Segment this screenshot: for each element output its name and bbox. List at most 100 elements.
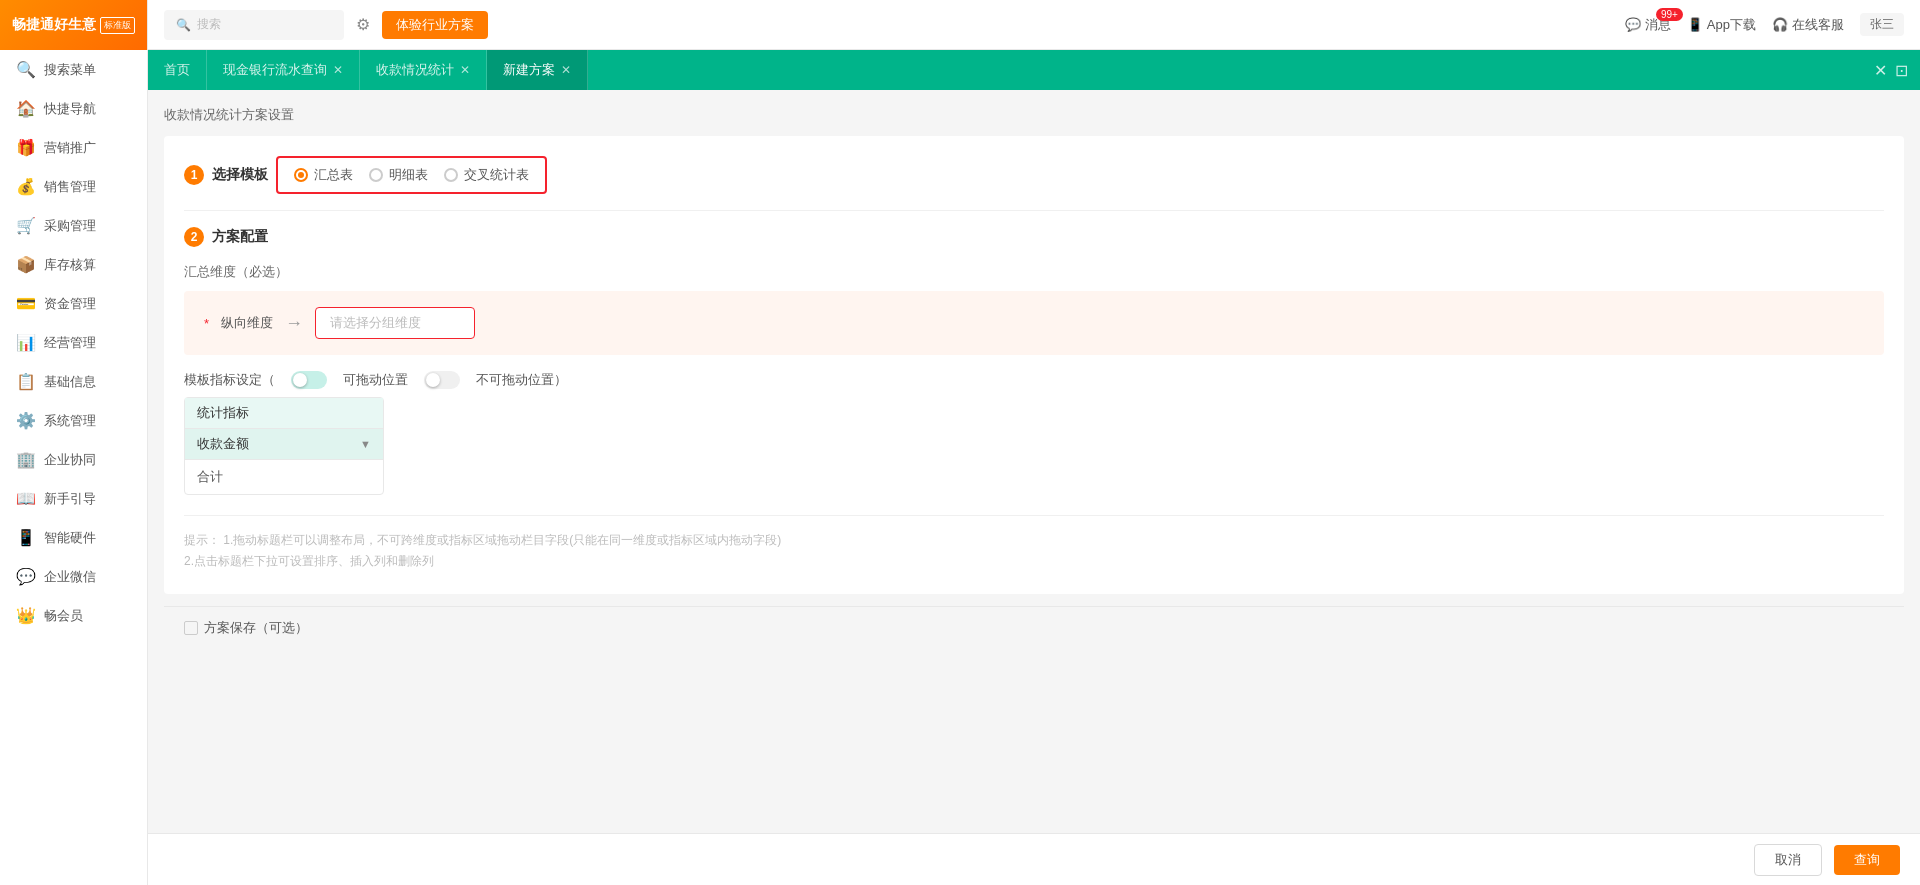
sidebar-icon-search-menu: 🔍	[16, 60, 36, 79]
sidebar-item-marketing[interactable]: 🎁 营销推广	[0, 128, 147, 167]
sidebar-item-sales[interactable]: 💰 销售管理	[0, 167, 147, 206]
sidebar-item-enterprise[interactable]: 🏢企业协同	[0, 440, 147, 479]
hints-section: 提示： 1.拖动标题栏可以调整布局，不可跨维度或指标区域拖动栏目字段(只能在同一…	[184, 515, 1884, 570]
sidebar-item-smart-hw[interactable]: 📱智能硬件	[0, 518, 147, 557]
sidebar-label-quick-nav: 快捷导航	[44, 100, 96, 118]
amount-label: 收款金额	[197, 435, 249, 453]
app-download-btn[interactable]: 📱 App下载	[1687, 16, 1756, 34]
sidebar-label-sales: 销售管理	[44, 178, 96, 196]
close-all-icon[interactable]: ✕	[1874, 61, 1887, 80]
amount-row-header[interactable]: 收款金额 ▼	[185, 429, 383, 460]
sidebar-item-search-menu[interactable]: 🔍 搜索菜单	[0, 50, 147, 89]
sidebar-label-operation: 经营管理	[44, 334, 96, 352]
tab-close-bank-flow[interactable]: ✕	[333, 63, 343, 77]
hint-line-2: 2.点击标题栏下拉可设置排序、插入列和删除列	[184, 553, 1884, 570]
dimension-area: * 纵向维度 → 请选择分组维度	[184, 291, 1884, 355]
arrow-icon: →	[285, 313, 303, 334]
sidebar-item-basic-info[interactable]: 📋基础信息	[0, 362, 147, 401]
sidebar-label-search-menu: 搜索菜单	[44, 61, 96, 79]
online-service-btn[interactable]: 🎧 在线客服	[1772, 16, 1844, 34]
cannot-drag-toggle	[424, 371, 460, 389]
tab-home[interactable]: 首页	[148, 50, 207, 90]
sidebar-icon-enterprise: 🏢	[16, 450, 36, 469]
step2-title: 方案配置	[212, 228, 268, 246]
metrics-table: 统计指标 收款金额 ▼ 合计	[184, 397, 384, 495]
dropdown-icon: ▼	[360, 438, 371, 450]
metrics-label-row: 模板指标设定（ 可拖动位置 不可拖动位置）	[184, 371, 1884, 389]
sidebar-item-quick-nav[interactable]: 🏠快捷导航	[0, 89, 147, 128]
total-cell: 合计	[185, 460, 383, 494]
hint-line-1: 提示： 1.拖动标题栏可以调整布局，不可跨维度或指标区域拖动栏目字段(只能在同一…	[184, 532, 1884, 549]
radio-summary[interactable]: 汇总表	[294, 166, 353, 184]
sidebar-item-member[interactable]: 👑畅会员	[0, 596, 147, 635]
save-label: 方案保存（可选）	[204, 619, 308, 637]
msg-badge: 99+	[1656, 8, 1683, 21]
tab-label-bank-flow: 现金银行流水查询	[223, 61, 327, 79]
message-icon: 💬	[1625, 17, 1641, 32]
metrics-section: 模板指标设定（ 可拖动位置 不可拖动位置） 统计指标 收款金额 ▼	[184, 371, 1884, 495]
radio-cross[interactable]: 交叉统计表	[444, 166, 529, 184]
template-options-box: 汇总表 明细表 交叉统计表	[276, 156, 547, 194]
save-checkbox[interactable]	[184, 621, 198, 635]
radio-detail-circle	[369, 168, 383, 182]
sidebar-icon-operation: 📊	[16, 333, 36, 352]
sidebar-label-marketing: 营销推广	[44, 139, 96, 157]
tab-bank-flow[interactable]: 现金银行流水查询 ✕	[207, 50, 360, 90]
step2-badge: 2	[184, 227, 204, 247]
dimension-section-title: 汇总维度（必选）	[184, 263, 1884, 281]
dimension-select[interactable]: 请选择分组维度	[315, 307, 475, 339]
app-label: App下载	[1707, 16, 1756, 34]
sidebar-icon-marketing: 🎁	[16, 138, 36, 157]
radio-cross-circle	[444, 168, 458, 182]
sidebar-label-basic-info: 基础信息	[44, 373, 96, 391]
sidebar-label-smart-hw: 智能硬件	[44, 529, 96, 547]
tab-new-plan[interactable]: 新建方案 ✕	[487, 50, 588, 90]
radio-summary-circle	[294, 168, 308, 182]
industry-btn[interactable]: 体验行业方案	[382, 11, 488, 39]
divider1	[184, 210, 1884, 211]
tab-receipt-stats[interactable]: 收款情况统计 ✕	[360, 50, 487, 90]
user-info[interactable]: 张三	[1860, 13, 1904, 36]
radio-detail-label: 明细表	[389, 166, 428, 184]
radio-detail[interactable]: 明细表	[369, 166, 428, 184]
settings-icon[interactable]: ⚙	[356, 15, 370, 34]
sidebar-icon-inventory: 📦	[16, 255, 36, 274]
message-btn[interactable]: 💬 消息 99+	[1625, 16, 1671, 34]
sidebar-item-newbie[interactable]: 📖新手引导	[0, 479, 147, 518]
sidebar-item-purchase[interactable]: 🛒 采购管理	[0, 206, 147, 245]
save-option-label[interactable]: 方案保存（可选）	[184, 619, 1884, 637]
query-button[interactable]: 查询	[1834, 845, 1900, 875]
can-drag-label: 可拖动位置	[343, 371, 408, 389]
topbar-search[interactable]: 🔍 搜索	[164, 10, 344, 40]
action-bar: 取消 查询	[148, 833, 1920, 885]
sidebar-icon-sys-mgmt: ⚙️	[16, 411, 36, 430]
sidebar-icon-purchase: 🛒	[16, 216, 36, 235]
cancel-button[interactable]: 取消	[1754, 844, 1822, 876]
maximize-icon[interactable]: ⊡	[1895, 61, 1908, 80]
search-icon: 🔍	[176, 18, 191, 32]
sidebar-item-sys-mgmt[interactable]: ⚙️系统管理	[0, 401, 147, 440]
service-icon: 🎧	[1772, 17, 1788, 32]
metrics-table-header: 统计指标	[185, 398, 383, 429]
logo-text: 畅捷通好生意	[12, 16, 96, 34]
step1-header: 1 选择模板 汇总表 明细表 交叉统计表	[184, 156, 1884, 194]
search-placeholder: 搜索	[197, 16, 221, 33]
can-drag-toggle[interactable]	[291, 371, 327, 389]
tab-close-receipt-stats[interactable]: ✕	[460, 63, 470, 77]
sidebar-label-finance: 资金管理	[44, 295, 96, 313]
sidebar-label-newbie: 新手引导	[44, 490, 96, 508]
sidebar-label-member: 畅会员	[44, 607, 83, 625]
sidebar-item-finance[interactable]: 💳资金管理	[0, 284, 147, 323]
tab-label-receipt-stats: 收款情况统计	[376, 61, 454, 79]
sidebar-item-wechat[interactable]: 💬企业微信	[0, 557, 147, 596]
username: 张三	[1870, 17, 1894, 31]
tab-label-new-plan: 新建方案	[503, 61, 555, 79]
radio-cross-label: 交叉统计表	[464, 166, 529, 184]
sidebar-item-operation[interactable]: 📊 经营管理	[0, 323, 147, 362]
sidebar-label-purchase: 采购管理	[44, 217, 96, 235]
sidebar: 畅捷通好生意 标准版 🔍搜索菜单🏠快捷导航🎁营销推广💰销售管理🛒采购管理📦库存核…	[0, 0, 148, 885]
sidebar-icon-sales: 💰	[16, 177, 36, 196]
sidebar-item-inventory[interactable]: 📦库存核算	[0, 245, 147, 284]
tab-close-new-plan[interactable]: ✕	[561, 63, 571, 77]
footer-save: 方案保存（可选）	[164, 606, 1904, 649]
